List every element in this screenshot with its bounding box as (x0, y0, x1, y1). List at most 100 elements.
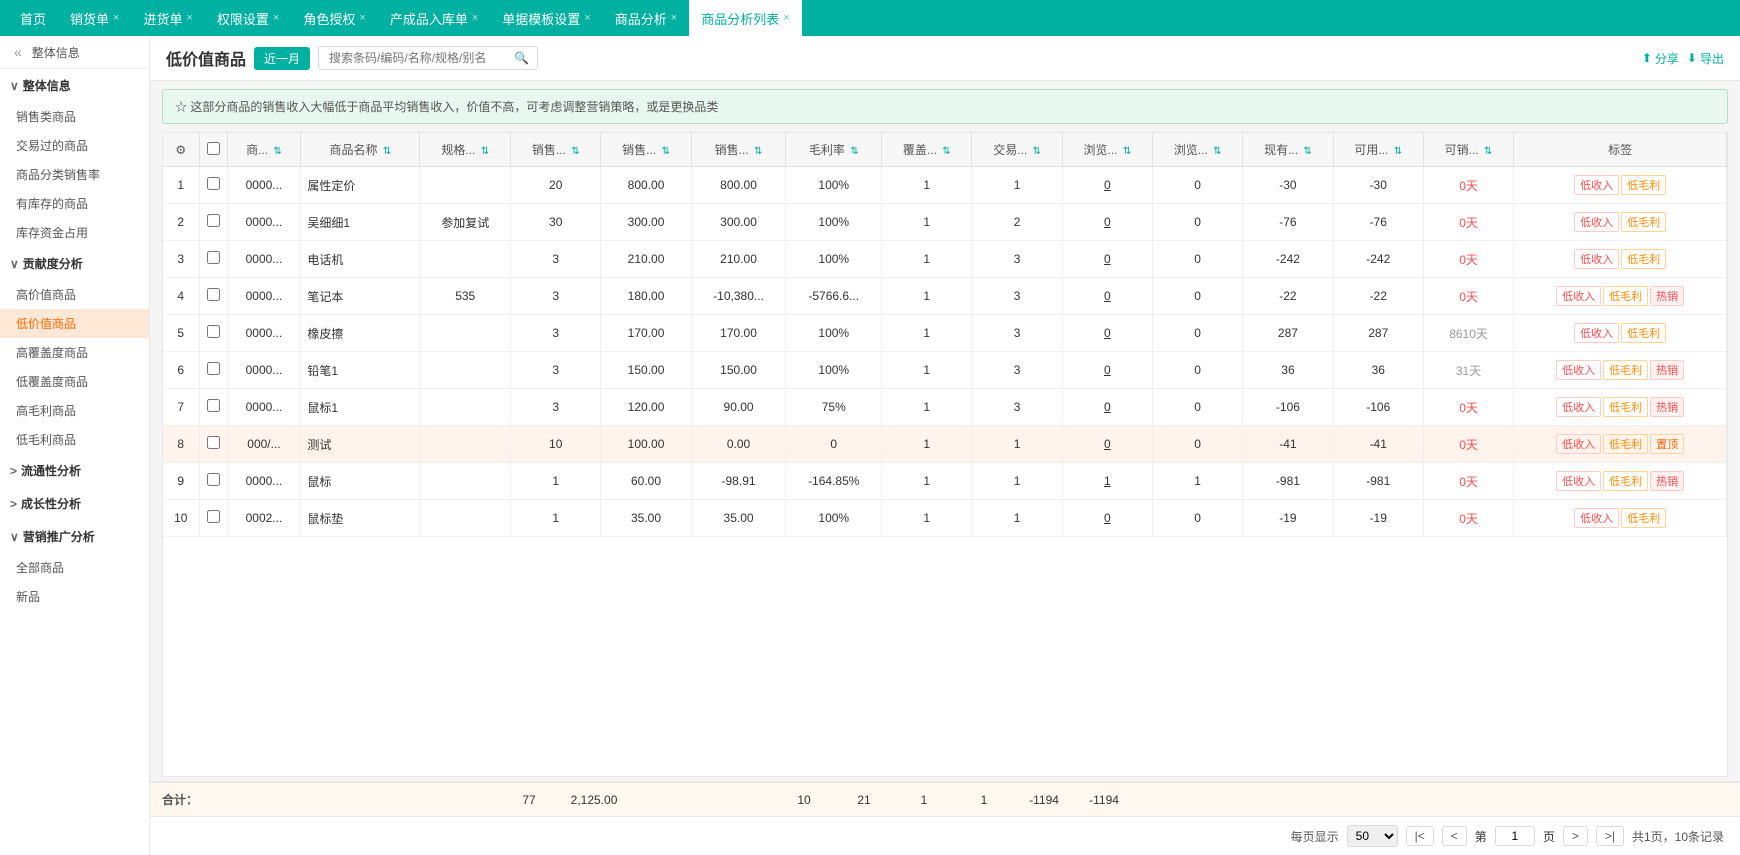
sidebar-item-low-coverage[interactable]: 低覆盖度商品 (0, 367, 149, 396)
cell-checkbox[interactable] (199, 426, 227, 463)
row-checkbox[interactable] (207, 214, 220, 227)
sidebar-group-overall[interactable]: ∨ 整体信息 (0, 69, 149, 102)
sidebar-group-circulation[interactable]: > 流通性分析 (0, 454, 149, 487)
cell-checkbox[interactable] (199, 278, 227, 315)
th-spec[interactable]: 规格... ⇅ (420, 133, 511, 167)
cell-views1[interactable]: 1 (1062, 463, 1152, 500)
th-sales-qty[interactable]: 销售... ⇅ (511, 133, 601, 167)
nav-permission[interactable]: 权限设置 × (205, 0, 291, 36)
row-checkbox[interactable] (207, 399, 220, 412)
sidebar-group-marketing[interactable]: ∨ 营销推广分析 (0, 520, 149, 553)
cell-views1[interactable]: 0 (1062, 426, 1152, 463)
sidebar-item-stock-goods[interactable]: 有库存的商品 (0, 189, 149, 218)
views1-link[interactable]: 0 (1104, 178, 1111, 192)
th-current-stock[interactable]: 现有... ⇅ (1243, 133, 1333, 167)
th-code[interactable]: 商... ⇅ (227, 133, 301, 167)
sidebar-item-high-coverage[interactable]: 高覆盖度商品 (0, 338, 149, 367)
cell-checkbox[interactable] (199, 463, 227, 500)
nav-close-permission[interactable]: × (273, 12, 279, 24)
views1-link[interactable]: 0 (1104, 511, 1111, 525)
views1-link[interactable]: 1 (1104, 474, 1111, 488)
views1-link[interactable]: 0 (1104, 400, 1111, 414)
nav-home[interactable]: 首页 (8, 0, 58, 36)
sidebar-item-sales-goods[interactable]: 销售类商品 (0, 102, 149, 131)
th-gross-margin[interactable]: 毛利率 ⇅ (786, 133, 882, 167)
views1-link[interactable]: 0 (1104, 437, 1111, 451)
row-checkbox[interactable] (207, 251, 220, 264)
nav-close-sales[interactable]: × (113, 12, 119, 24)
views1-link[interactable]: 0 (1104, 363, 1111, 377)
nav-close-list[interactable]: × (783, 12, 789, 24)
sidebar-group-contribution[interactable]: ∨ 贡献度分析 (0, 247, 149, 280)
share-button[interactable]: ⬆ 分享 (1642, 50, 1679, 67)
page-first-btn[interactable]: |< (1406, 826, 1434, 846)
nav-close-role[interactable]: × (359, 12, 365, 24)
time-filter-button[interactable]: 近一月 (254, 47, 310, 70)
th-transaction[interactable]: 交易... ⇅ (972, 133, 1062, 167)
views1-link[interactable]: 0 (1104, 252, 1111, 266)
cell-views1[interactable]: 0 (1062, 389, 1152, 426)
sidebar-item-stock-capital[interactable]: 库存资金占用 (0, 218, 149, 247)
row-checkbox[interactable] (207, 510, 220, 523)
nav-purchase-order[interactable]: 进货单 × (131, 0, 204, 36)
select-all-checkbox[interactable] (207, 142, 220, 155)
page-input[interactable] (1495, 826, 1535, 846)
sidebar-collapse-btn[interactable]: « (8, 42, 28, 62)
nav-close-product[interactable]: × (472, 12, 478, 24)
cell-checkbox[interactable] (199, 389, 227, 426)
cell-views1[interactable]: 0 (1062, 241, 1152, 278)
sidebar-item-new-goods[interactable]: 新品 (0, 582, 149, 611)
th-views2[interactable]: 浏览... ⇅ (1153, 133, 1243, 167)
row-checkbox[interactable] (207, 362, 220, 375)
cell-checkbox[interactable] (199, 315, 227, 352)
th-sales-amount[interactable]: 销售... ⇅ (601, 133, 691, 167)
nav-product-analysis[interactable]: 商品分析 × (603, 0, 689, 36)
cell-checkbox[interactable] (199, 241, 227, 278)
nav-product-storage[interactable]: 产成品入库单 × (378, 0, 490, 36)
cell-views1[interactable]: 0 (1062, 167, 1152, 204)
sidebar-item-high-value[interactable]: 高价值商品 (0, 280, 149, 309)
nav-close-template[interactable]: × (584, 12, 590, 24)
nav-close-analysis[interactable]: × (671, 12, 677, 24)
search-icon[interactable]: 🔍 (514, 51, 529, 65)
th-name[interactable]: 商品名称 ⇅ (301, 133, 420, 167)
th-saleable[interactable]: 可销... ⇅ (1423, 133, 1513, 167)
cell-views1[interactable]: 0 (1062, 500, 1152, 537)
th-views1[interactable]: 浏览... ⇅ (1062, 133, 1152, 167)
page-size-select[interactable]: 50 100 200 (1347, 825, 1398, 847)
row-checkbox[interactable] (207, 177, 220, 190)
cell-checkbox[interactable] (199, 204, 227, 241)
cell-views1[interactable]: 0 (1062, 352, 1152, 389)
cell-views1[interactable]: 0 (1062, 278, 1152, 315)
row-checkbox[interactable] (207, 473, 220, 486)
sidebar-item-low-value[interactable]: 低价值商品 (0, 309, 149, 338)
cell-checkbox[interactable] (199, 167, 227, 204)
nav-close-purchase[interactable]: × (186, 12, 192, 24)
views1-link[interactable]: 0 (1104, 215, 1111, 229)
cell-views1[interactable]: 0 (1062, 315, 1152, 352)
sidebar-item-high-margin[interactable]: 高毛利商品 (0, 396, 149, 425)
nav-sales-order[interactable]: 销货单 × (58, 0, 131, 36)
page-next-btn[interactable]: > (1563, 826, 1588, 846)
sidebar-item-category-rate[interactable]: 商品分类销售率 (0, 160, 149, 189)
row-checkbox[interactable] (207, 436, 220, 449)
export-button[interactable]: ⬇ 导出 (1687, 50, 1724, 67)
sidebar-item-all-goods[interactable]: 全部商品 (0, 553, 149, 582)
row-checkbox[interactable] (207, 288, 220, 301)
views1-link[interactable]: 0 (1104, 326, 1111, 340)
nav-product-analysis-list[interactable]: 商品分析列表 × (689, 0, 801, 36)
th-coverage[interactable]: 覆盖... ⇅ (882, 133, 972, 167)
cell-checkbox[interactable] (199, 352, 227, 389)
sidebar-group-growth[interactable]: > 成长性分析 (0, 487, 149, 520)
views1-link[interactable]: 0 (1104, 289, 1111, 303)
sidebar-item-low-margin[interactable]: 低毛利商品 (0, 425, 149, 454)
nav-template[interactable]: 单据模板设置 × (490, 0, 602, 36)
th-checkbox[interactable] (199, 133, 227, 167)
page-prev-btn[interactable]: < (1442, 826, 1467, 846)
page-last-btn[interactable]: >| (1596, 826, 1624, 846)
cell-checkbox[interactable] (199, 500, 227, 537)
cell-views1[interactable]: 0 (1062, 204, 1152, 241)
row-checkbox[interactable] (207, 325, 220, 338)
nav-role-auth[interactable]: 角色授权 × (291, 0, 377, 36)
th-settings[interactable]: ⚙ (163, 133, 199, 167)
